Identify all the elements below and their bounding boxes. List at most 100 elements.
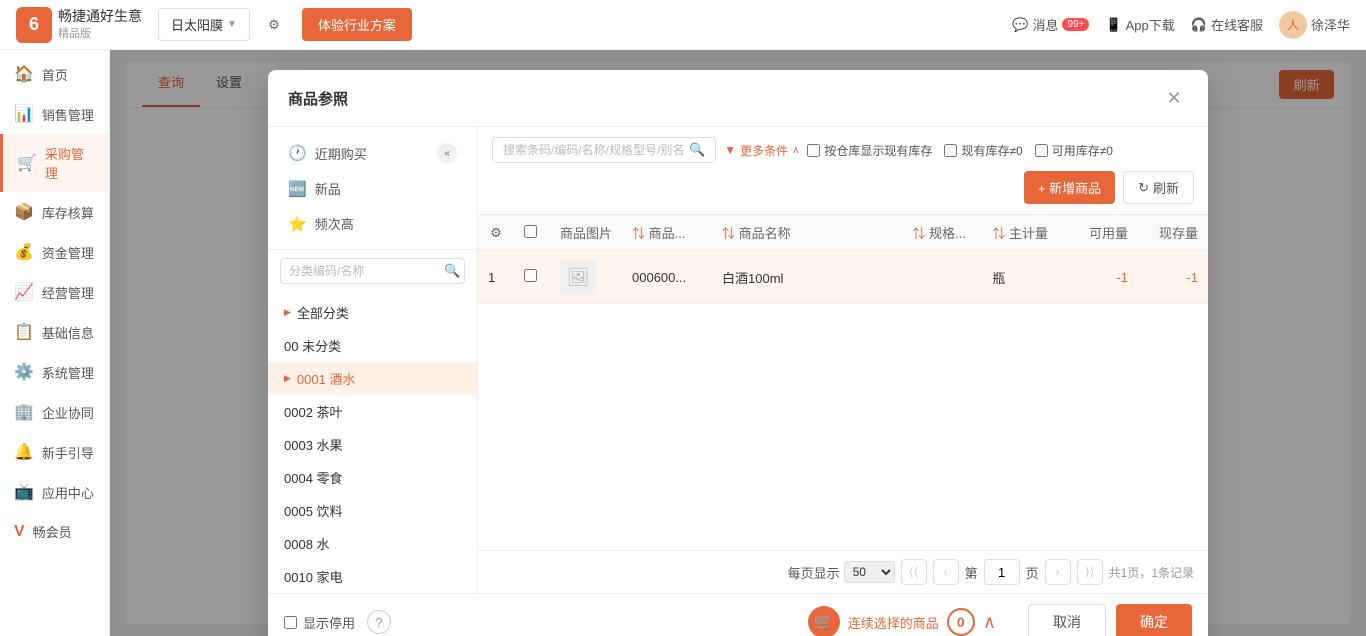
help-icon[interactable]: ? xyxy=(367,610,391,634)
category-search-icon[interactable]: 🔍 xyxy=(444,263,460,279)
add-product-btn[interactable]: + 新增商品 xyxy=(1024,171,1115,204)
tree-item-0003[interactable]: 0003 水果 xyxy=(268,428,477,461)
select-all-checkbox[interactable] xyxy=(524,225,537,238)
modal-body: 🕐 近期购买 « 🆕 新品 ⭐ 频次高 xyxy=(268,127,1208,593)
page-total: 共1页，1条记录 xyxy=(1109,564,1194,581)
col-spec-header[interactable]: ⇅ 规格... xyxy=(902,215,982,251)
prev-page-btn[interactable]: ‹ xyxy=(933,559,959,585)
cart-icon[interactable]: 🛒 xyxy=(808,606,840,636)
sidebar-item-guide[interactable]: 🔔 新手引导 xyxy=(0,432,109,472)
sidebar-item-apps[interactable]: 📺 应用中心 xyxy=(0,472,109,512)
collapse-icon[interactable]: « xyxy=(437,143,457,163)
first-page-btn[interactable]: ⟨⟨ xyxy=(901,559,927,585)
sidebar-item-member[interactable]: V 畅会员 xyxy=(0,512,109,551)
brand-info: 畅捷通好生意 精品版 xyxy=(58,8,142,41)
finance-icon: 💰 xyxy=(14,242,34,262)
sidebar-item-sales[interactable]: 📊 销售管理 xyxy=(0,94,109,134)
col-name-header[interactable]: ⇅ 商品名称 xyxy=(712,215,902,251)
filter-btn[interactable]: ▼ 更多条件 ∧ xyxy=(724,142,799,159)
page-input[interactable] xyxy=(984,559,1020,585)
category-tree: ▶ 全部分类 00 未分类 ▶ 0001 酒水 0002 茶 xyxy=(268,292,477,593)
sidebar-item-system[interactable]: ⚙️ 系统管理 xyxy=(0,352,109,392)
category-search-input[interactable] xyxy=(289,264,444,278)
product-search-input[interactable] xyxy=(503,143,683,157)
checkbox-warehouse-input[interactable] xyxy=(807,144,820,157)
tree-item-0001[interactable]: ▶ 0001 酒水 xyxy=(268,362,477,395)
checkbox-warehouse[interactable]: 按仓库显示现有库存 xyxy=(807,142,932,159)
sidebar-item-purchase[interactable]: 🛒 采购管理 xyxy=(0,134,109,192)
main-content: 查询 设置 刷新 商品参照 ✕ xyxy=(110,50,1366,636)
tree-item-label: 0004 零食 xyxy=(284,468,343,487)
message-label: 消息 xyxy=(1032,15,1058,34)
tree-item-0005[interactable]: 0005 饮料 xyxy=(268,494,477,527)
checkbox-available-stock[interactable]: 可用库存≠0 xyxy=(1035,142,1113,159)
sidebar-item-basic-info[interactable]: 📋 基础信息 xyxy=(0,312,109,352)
message-icon: 💬 xyxy=(1012,17,1028,33)
experience-btn[interactable]: 体验行业方案 xyxy=(302,8,412,41)
tree-item-0010[interactable]: 0010 家电 xyxy=(268,560,477,593)
checkbox-available-stock-label: 可用库存≠0 xyxy=(1052,142,1113,159)
recent-icon: 🕐 xyxy=(288,144,307,162)
filter-icon: ▼ xyxy=(724,143,736,157)
system-icon: ⚙️ xyxy=(14,362,34,382)
sidebar-item-enterprise[interactable]: 🏢 企业协同 xyxy=(0,392,109,432)
user-name: 徐泽华 xyxy=(1311,15,1350,34)
home-icon: 🏠 xyxy=(14,64,34,84)
page-size-dropdown[interactable]: 50 100 200 xyxy=(844,561,895,583)
nav-recent-label: 近期购买 xyxy=(315,144,367,163)
show-disabled-checkbox[interactable]: 显示停用 xyxy=(284,613,355,632)
sidebar-item-label: 首页 xyxy=(42,65,68,84)
confirm-btn[interactable]: 确定 xyxy=(1116,604,1192,636)
tree-item-all[interactable]: ▶ 全部分类 xyxy=(268,296,477,329)
new-product-icon: 🆕 xyxy=(288,180,307,198)
nav-frequent[interactable]: ⭐ 频次高 xyxy=(280,208,465,239)
settings-icon[interactable]: ⚙ xyxy=(258,9,290,41)
tree-item-00[interactable]: 00 未分类 xyxy=(268,329,477,362)
basic-info-icon: 📋 xyxy=(14,322,34,342)
col-code-header[interactable]: ⇅ 商品... xyxy=(622,215,712,251)
modal-close-btn[interactable]: ✕ xyxy=(1160,84,1188,112)
row-checkbox[interactable] xyxy=(524,269,537,282)
collapse-cart-icon[interactable]: ∧ xyxy=(983,612,996,633)
avatar: 人 xyxy=(1279,11,1307,39)
product-search-icon[interactable]: 🔍 xyxy=(689,142,705,158)
checkbox-available-stock-input[interactable] xyxy=(1035,144,1048,157)
col-unit-header[interactable]: ⇅ 主计量 xyxy=(982,215,1058,251)
next-page-btn[interactable]: › xyxy=(1045,559,1071,585)
refresh-btn[interactable]: ↻ 刷新 xyxy=(1123,171,1194,204)
frequent-icon: ⭐ xyxy=(288,215,307,233)
user-item[interactable]: 人 徐泽华 xyxy=(1279,11,1350,39)
sidebar-item-finance[interactable]: 💰 资金管理 xyxy=(0,232,109,272)
app-download-item[interactable]: 📱 App下载 xyxy=(1105,15,1174,34)
brand-name: 畅捷通好生意 xyxy=(58,8,142,25)
footer-cart: 🛒 连续选择的商品 0 ∧ xyxy=(808,606,996,636)
col-gear[interactable]: ⚙ xyxy=(478,215,514,251)
guide-icon: 🔔 xyxy=(14,442,34,462)
sidebar-item-inventory[interactable]: 📦 库存核算 xyxy=(0,192,109,232)
checkbox-current-stock-input[interactable] xyxy=(944,144,957,157)
tree-item-0002[interactable]: 0002 茶叶 xyxy=(268,395,477,428)
sidebar-item-home[interactable]: 🏠 首页 xyxy=(0,54,109,94)
cell-stock: -1 xyxy=(1138,251,1208,304)
last-page-btn[interactable]: ⟩⟩ xyxy=(1077,559,1103,585)
cell-code: 000600... xyxy=(622,251,712,304)
nav-recent-purchase[interactable]: 🕐 近期购买 « xyxy=(280,137,465,169)
tree-item-label: 0001 酒水 xyxy=(297,369,356,388)
tree-item-0008[interactable]: 0008 水 xyxy=(268,527,477,560)
tree-item-0004[interactable]: 0004 零食 xyxy=(268,461,477,494)
sidebar-item-operations[interactable]: 📈 经营管理 xyxy=(0,272,109,312)
message-item[interactable]: 💬 消息 99+ xyxy=(1012,15,1089,34)
expand-icon: ▶ xyxy=(284,307,291,318)
sidebar-item-label: 应用中心 xyxy=(42,483,94,502)
tree-item-label: 全部分类 xyxy=(297,303,349,322)
checkbox-warehouse-label: 按仓库显示现有库存 xyxy=(824,142,932,159)
cancel-btn[interactable]: 取消 xyxy=(1028,604,1106,636)
checkbox-current-stock[interactable]: 现有库存≠0 xyxy=(944,142,1022,159)
cell-name: 白酒100ml xyxy=(712,251,902,304)
nav-new-product[interactable]: 🆕 新品 xyxy=(280,173,465,204)
sidebar: 🏠 首页 📊 销售管理 🛒 采购管理 📦 库存核算 💰 资金管理 📈 经营管理 … xyxy=(0,50,110,636)
show-disabled-input[interactable] xyxy=(284,616,297,629)
online-service-item[interactable]: 🎧 在线客服 xyxy=(1191,15,1263,34)
table-row[interactable]: 1 🖼 000600... 白酒100ml xyxy=(478,251,1208,304)
nav-selector[interactable]: 日太阳膜 ▼ xyxy=(158,8,250,41)
